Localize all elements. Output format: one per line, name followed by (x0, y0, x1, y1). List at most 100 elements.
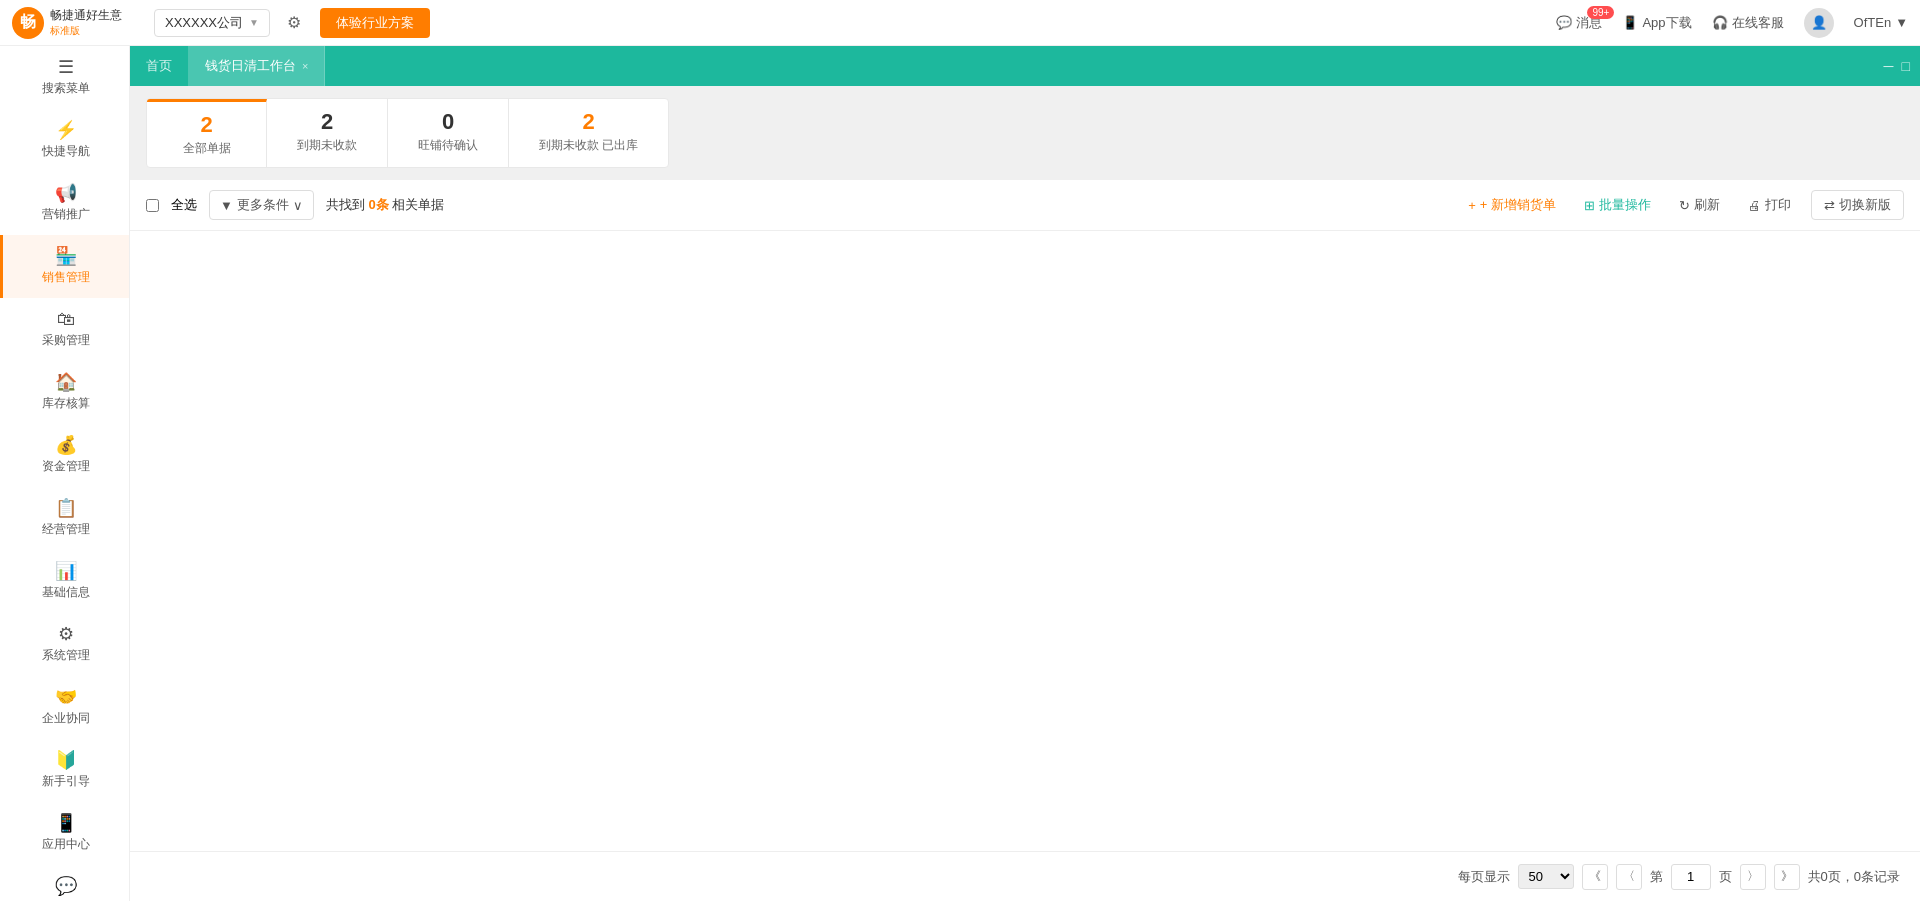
status-tab-all[interactable]: 2 全部单据 (147, 99, 267, 167)
first-page-button[interactable]: 《 (1582, 864, 1608, 890)
status-tabs: 2 全部单据 2 到期未收款 0 旺铺待确认 2 到期未收款 已出库 (146, 98, 669, 168)
content-area: 首页 钱货日清工作台 × ─ □ 2 全部单据 2 到期未收款 (130, 46, 1920, 901)
next-page-button[interactable]: 〉 (1740, 864, 1766, 890)
tab-bar: 首页 钱货日清工作台 × ─ □ (130, 46, 1920, 86)
sidebar-label-inventory: 库存核算 (42, 395, 90, 412)
per-page-label: 每页显示 (1458, 868, 1510, 886)
logo-area: 畅 畅捷通好生意 标准版 (12, 7, 142, 39)
select-all-label: 全选 (171, 196, 197, 214)
app-download-label: App下载 (1642, 14, 1691, 32)
sidebar-label-purchase-mgmt: 采购管理 (42, 332, 90, 349)
status-label-overdue-unpaid: 到期未收款 (297, 137, 357, 154)
found-suffix: 相关单据 (392, 197, 444, 212)
tab-active-label: 钱货日清工作台 (205, 57, 296, 75)
company-selector[interactable]: XXXXXX公司 ▼ (154, 9, 270, 37)
app-download-button[interactable]: 📱 App下载 (1622, 14, 1691, 32)
sidebar-label-capital: 资金管理 (42, 458, 90, 475)
dropdown-arrow-icon: ▼ (249, 17, 259, 28)
sidebar-label-marketing: 营销推广 (42, 206, 90, 223)
filter-btn-label: 更多条件 (237, 196, 289, 214)
sidebar-label-sales-mgmt: 销售管理 (42, 269, 90, 286)
logo-icon: 畅 (12, 7, 44, 39)
refresh-btn-label: 刷新 (1694, 196, 1720, 214)
print-btn-label: 打印 (1765, 196, 1791, 214)
username-display[interactable]: OfTEn ▼ (1854, 15, 1908, 30)
add-btn-label: + 新增销货单 (1480, 196, 1556, 214)
sidebar-item-capital[interactable]: 💰 资金管理 (0, 424, 129, 487)
batch-operation-button[interactable]: ⊞ 批量操作 (1576, 191, 1659, 219)
user-name: OfTEn (1854, 15, 1892, 30)
inventory-icon: 🏠 (55, 373, 77, 391)
sidebar-item-wechat[interactable]: 💬 企业微信 (0, 865, 129, 901)
table-area (130, 231, 1920, 851)
status-label-overdue-unship: 到期未收款 已出库 (539, 137, 638, 154)
purchase-mgmt-icon: 🛍 (57, 310, 75, 328)
sidebar-item-quick-nav[interactable]: ⚡ 快捷导航 (0, 109, 129, 172)
add-sales-order-button[interactable]: + + 新增销货单 (1460, 191, 1564, 219)
print-icon: 🖨 (1748, 198, 1761, 213)
sidebar-item-sales-mgmt[interactable]: 🏪 销售管理 (0, 235, 129, 298)
online-service-label: 在线客服 (1732, 14, 1784, 32)
tab-home[interactable]: 首页 (130, 46, 189, 86)
message-button[interactable]: 💬 消息 99+ (1556, 14, 1602, 32)
avatar-icon: 👤 (1811, 15, 1827, 30)
last-page-icon: 》 (1781, 868, 1793, 885)
sidebar-item-app-center[interactable]: 📱 应用中心 (0, 802, 129, 865)
wechat-icon: 💬 (55, 877, 77, 895)
filter-arrow-icon: ∨ (293, 198, 303, 213)
beginner-icon: 🔰 (55, 751, 77, 769)
total-info: 共0页，0条记录 (1808, 868, 1900, 886)
add-icon: + (1468, 198, 1476, 213)
status-count-all: 2 (177, 112, 236, 138)
user-dropdown-icon: ▼ (1895, 15, 1908, 30)
sidebar-item-operations[interactable]: 📋 经营管理 (0, 487, 129, 550)
toolbar: 全选 ▼ 更多条件 ∨ 共找到 0条 相关单据 + + 新增销货单 ⊞ 批量操作 (130, 180, 1920, 231)
tab-home-label: 首页 (146, 57, 172, 75)
tab-maximize-icon[interactable]: □ (1902, 58, 1910, 74)
sidebar-label-beginner: 新手引导 (42, 773, 90, 790)
page-size-select[interactable]: 50 20 100 (1518, 864, 1574, 889)
sidebar-item-inventory[interactable]: 🏠 库存核算 (0, 361, 129, 424)
tab-close-icon[interactable]: × (302, 60, 308, 72)
filter-icon: ▼ (220, 198, 233, 213)
status-tab-pending-confirm[interactable]: 0 旺铺待确认 (388, 99, 509, 167)
sales-mgmt-icon: 🏪 (55, 247, 77, 265)
sidebar-label-search-menu: 搜索菜单 (42, 80, 90, 97)
tab-minimize-icon[interactable]: ─ (1884, 58, 1894, 74)
toolbar-right: + + 新增销货单 ⊞ 批量操作 ↻ 刷新 🖨 打印 ⇄ 切换新版 (1460, 190, 1904, 220)
status-label-pending-confirm: 旺铺待确认 (418, 137, 478, 154)
sidebar-item-search-menu[interactable]: ☰ 搜索菜单 (0, 46, 129, 109)
status-tab-overdue-unpaid[interactable]: 2 到期未收款 (267, 99, 388, 167)
sidebar-item-basic-info[interactable]: 📊 基础信息 (0, 550, 129, 613)
status-tab-overdue-unship[interactable]: 2 到期未收款 已出库 (509, 99, 668, 167)
page-label-end: 页 (1719, 868, 1732, 886)
refresh-icon: ↻ (1679, 198, 1690, 213)
last-page-button[interactable]: 》 (1774, 864, 1800, 890)
sidebar-item-system[interactable]: ⚙ 系统管理 (0, 613, 129, 676)
sidebar-label-system: 系统管理 (42, 647, 90, 664)
filter-button[interactable]: ▼ 更多条件 ∨ (209, 190, 314, 220)
batch-icon: ⊞ (1584, 198, 1595, 213)
first-page-icon: 《 (1589, 868, 1601, 885)
experience-button[interactable]: 体验行业方案 (320, 8, 430, 38)
select-all-checkbox[interactable] (146, 199, 159, 212)
user-avatar[interactable]: 👤 (1804, 8, 1834, 38)
sidebar-item-purchase-mgmt[interactable]: 🛍 采购管理 (0, 298, 129, 361)
status-label-all: 全部单据 (177, 140, 236, 157)
sidebar-item-marketing[interactable]: 📢 营销推广 (0, 172, 129, 235)
online-service-button[interactable]: 🎧 在线客服 (1712, 14, 1784, 32)
sidebar-item-beginner[interactable]: 🔰 新手引导 (0, 739, 129, 802)
refresh-button[interactable]: ↻ 刷新 (1671, 191, 1728, 219)
tab-qianhuoriqing[interactable]: 钱货日清工作台 × (189, 46, 325, 86)
settings-button[interactable]: ⚙ (278, 7, 310, 39)
switch-icon: ⇄ (1824, 198, 1835, 213)
prev-page-button[interactable]: 〈 (1616, 864, 1642, 890)
sub-content: 2 全部单据 2 到期未收款 0 旺铺待确认 2 到期未收款 已出库 (130, 86, 1920, 180)
print-button[interactable]: 🖨 打印 (1740, 191, 1799, 219)
sidebar-item-enterprise[interactable]: 🤝 企业协同 (0, 676, 129, 739)
prev-page-icon: 〈 (1623, 868, 1635, 885)
download-icon: 📱 (1622, 15, 1638, 30)
switch-new-version-button[interactable]: ⇄ 切换新版 (1811, 190, 1904, 220)
page-input[interactable] (1671, 864, 1711, 890)
sidebar-label-app-center: 应用中心 (42, 836, 90, 853)
